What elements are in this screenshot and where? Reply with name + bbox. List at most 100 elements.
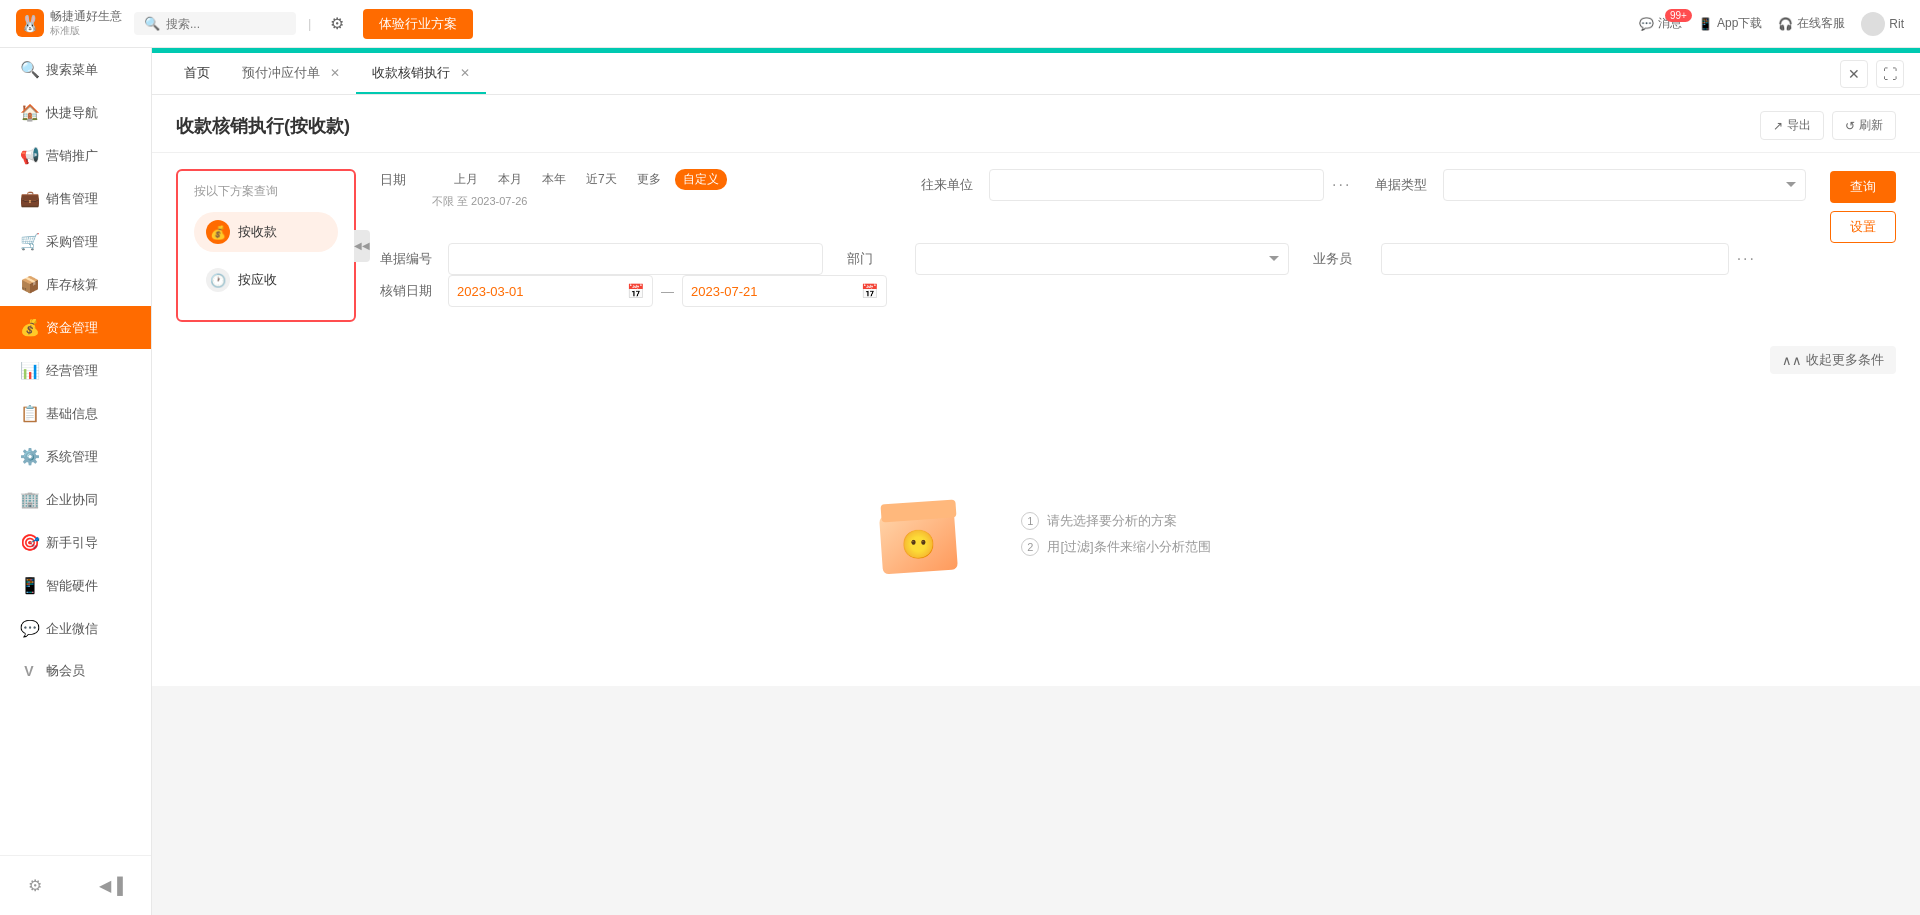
date-quick-7days[interactable]: 近7天 [580, 169, 623, 190]
tab-prepay[interactable]: 预付冲应付单 ✕ [226, 53, 356, 94]
date-quick-custom[interactable]: 自定义 [675, 169, 727, 190]
filter-staff-item: 业务员 ··· [1313, 243, 1756, 275]
date-quick-last-month[interactable]: 上月 [448, 169, 484, 190]
sidebar-item-label: 库存核算 [46, 276, 98, 294]
docno-input[interactable] [448, 243, 823, 275]
logo-name: 畅捷通好生意 [50, 9, 122, 23]
app-logo: 🐰 畅捷通好生意 标准版 [16, 9, 122, 37]
doctype-select[interactable] [1443, 169, 1806, 201]
verify-date-end-value: 2023-07-21 [691, 284, 758, 299]
online-service-btn[interactable]: 🎧 在线客服 [1778, 15, 1845, 32]
setting-btn[interactable]: 设置 [1830, 211, 1896, 243]
divider: | [308, 16, 311, 31]
industry-button[interactable]: 体验行业方案 [363, 9, 473, 39]
page-inner: 收款核销执行(按收款) ↗ 导出 ↺ 刷新 [152, 95, 1920, 686]
dept-select[interactable] [915, 243, 1290, 275]
filter-row-2: 单据编号 部门 业务员 [380, 243, 1896, 275]
sidebar-item-label: 智能硬件 [46, 577, 98, 595]
sidebar-item-system[interactable]: ⚙️ 系统管理 [0, 435, 151, 478]
refresh-btn[interactable]: ↺ 刷新 [1832, 111, 1896, 140]
settings-bottom-btn[interactable]: ⚙ [20, 868, 50, 903]
tab-home[interactable]: 首页 [168, 53, 226, 94]
collapse-filter-btn[interactable]: ◀◀ [354, 230, 370, 262]
counterpart-input[interactable] [989, 169, 1324, 201]
date-quick-this-month[interactable]: 本月 [492, 169, 528, 190]
tabs: 首页 预付冲应付单 ✕ 收款核销执行 ✕ [168, 53, 486, 94]
finance-icon: 💰 [20, 318, 38, 337]
more-conditions-btn[interactable]: ∧∧ 收起更多条件 [1770, 346, 1896, 374]
tab-receipt-close[interactable]: ✕ [460, 66, 470, 80]
sidebar-item-label: 销售管理 [46, 190, 98, 208]
app-download-label: App下载 [1717, 15, 1762, 32]
tab-prepay-label: 预付冲应付单 [242, 64, 320, 82]
sidebar-item-marketing[interactable]: 📢 营销推广 [0, 134, 151, 177]
message-btn[interactable]: 💬 消息 99+ [1639, 15, 1682, 32]
sidebar-item-member[interactable]: V 畅会员 [0, 650, 151, 692]
logo-badge: 标准版 [50, 24, 122, 38]
sidebar-item-sales[interactable]: 💼 销售管理 [0, 177, 151, 220]
sidebar-item-search-menu[interactable]: 🔍 搜索菜单 [0, 48, 151, 91]
message-badge: 99+ [1665, 9, 1692, 22]
sidebar-item-wechat[interactable]: 💬 企业微信 [0, 607, 151, 650]
export-btn[interactable]: ↗ 导出 [1760, 111, 1824, 140]
page-title: 收款核销执行(按收款) [176, 114, 350, 138]
tab-receipt[interactable]: 收款核销执行 ✕ [356, 53, 486, 94]
hint-text-2: 用[过滤]条件来缩小分析范围 [1047, 538, 1210, 556]
sidebar-bottom: ⚙ ◀▐ [0, 855, 151, 915]
empty-hint-1: 1 请先选择要分析的方案 [1021, 512, 1210, 530]
counterpart-label: 往来单位 [921, 176, 981, 194]
hardware-icon: 📱 [20, 576, 38, 595]
collapse-icon: ∧∧ [1782, 353, 1802, 368]
logo-text-block: 畅捷通好生意 标准版 [50, 9, 122, 37]
tab-bar: 首页 预付冲应付单 ✕ 收款核销执行 ✕ ✕ ⛶ [152, 53, 1920, 95]
by-receipt-icon: 💰 [206, 220, 230, 244]
date-quick-more[interactable]: 更多 [631, 169, 667, 190]
filter-docno-item: 单据编号 [380, 243, 823, 275]
date-quick-this-year[interactable]: 本年 [536, 169, 572, 190]
filter-option-by-receipt[interactable]: 💰 按收款 [194, 212, 338, 252]
basic-info-icon: 📋 [20, 404, 38, 423]
sidebar-item-finance[interactable]: 💰 资金管理 [0, 306, 151, 349]
sidebar-item-inventory[interactable]: 📦 库存核算 [0, 263, 151, 306]
search-box[interactable]: 🔍 [134, 12, 296, 35]
docno-label: 单据编号 [380, 250, 440, 268]
sidebar-item-label: 畅会员 [46, 662, 85, 680]
sidebar-item-label: 新手引导 [46, 534, 98, 552]
sidebar-item-purchase[interactable]: 🛒 采购管理 [0, 220, 151, 263]
empty-hint-2: 2 用[过滤]条件来缩小分析范围 [1021, 538, 1210, 556]
sidebar-item-label: 企业协同 [46, 491, 98, 509]
sidebar-item-hardware[interactable]: 📱 智能硬件 [0, 564, 151, 607]
sidebar-item-guide[interactable]: 🎯 新手引导 [0, 521, 151, 564]
export-icon: ↗ [1773, 119, 1783, 133]
sidebar-item-basic-info[interactable]: 📋 基础信息 [0, 392, 151, 435]
user-area[interactable]: Rit [1861, 12, 1904, 36]
hint-text-1: 请先选择要分析的方案 [1047, 512, 1177, 530]
filter-option-by-receivable-label: 按应收 [238, 271, 277, 289]
filter-option-by-receivable[interactable]: 🕐 按应收 [194, 260, 338, 300]
tab-prepay-close[interactable]: ✕ [330, 66, 340, 80]
hint-num-1: 1 [1021, 512, 1039, 530]
sidebar-item-label: 采购管理 [46, 233, 98, 251]
gear-button[interactable]: ⚙ [323, 10, 351, 38]
date-hint: 不限 至 2023-07-26 [380, 194, 527, 209]
search-input[interactable] [166, 17, 286, 31]
verify-date-range: 2023-03-01 📅 — 2023-07-21 📅 [448, 275, 887, 307]
collapse-sidebar-btn[interactable]: ◀▐ [91, 868, 130, 903]
query-btn[interactable]: 查询 [1830, 171, 1896, 203]
user-name: Rit [1889, 17, 1904, 31]
sidebar-item-quick-nav[interactable]: 🏠 快捷导航 [0, 91, 151, 134]
verify-date-start-input[interactable]: 2023-03-01 📅 [448, 275, 653, 307]
sidebar-item-operations[interactable]: 📊 经营管理 [0, 349, 151, 392]
staff-input[interactable] [1381, 243, 1728, 275]
app-download-btn[interactable]: 📱 App下载 [1698, 15, 1762, 32]
search-menu-icon: 🔍 [20, 60, 38, 79]
expand-btn[interactable]: ⛶ [1876, 60, 1904, 88]
verify-date-end-input[interactable]: 2023-07-21 📅 [682, 275, 887, 307]
sidebar-item-label: 资金管理 [46, 319, 98, 337]
close-tab-btn[interactable]: ✕ [1840, 60, 1868, 88]
filter-row-3: 核销日期 2023-03-01 📅 — 2023-07-21 [380, 275, 1896, 307]
sidebar-item-label: 经营管理 [46, 362, 98, 380]
filter-form: 日期 上月 本月 本年 近7天 更多 自定义 [380, 169, 1896, 322]
tab-home-label: 首页 [184, 64, 210, 82]
sidebar-item-enterprise[interactable]: 🏢 企业协同 [0, 478, 151, 521]
